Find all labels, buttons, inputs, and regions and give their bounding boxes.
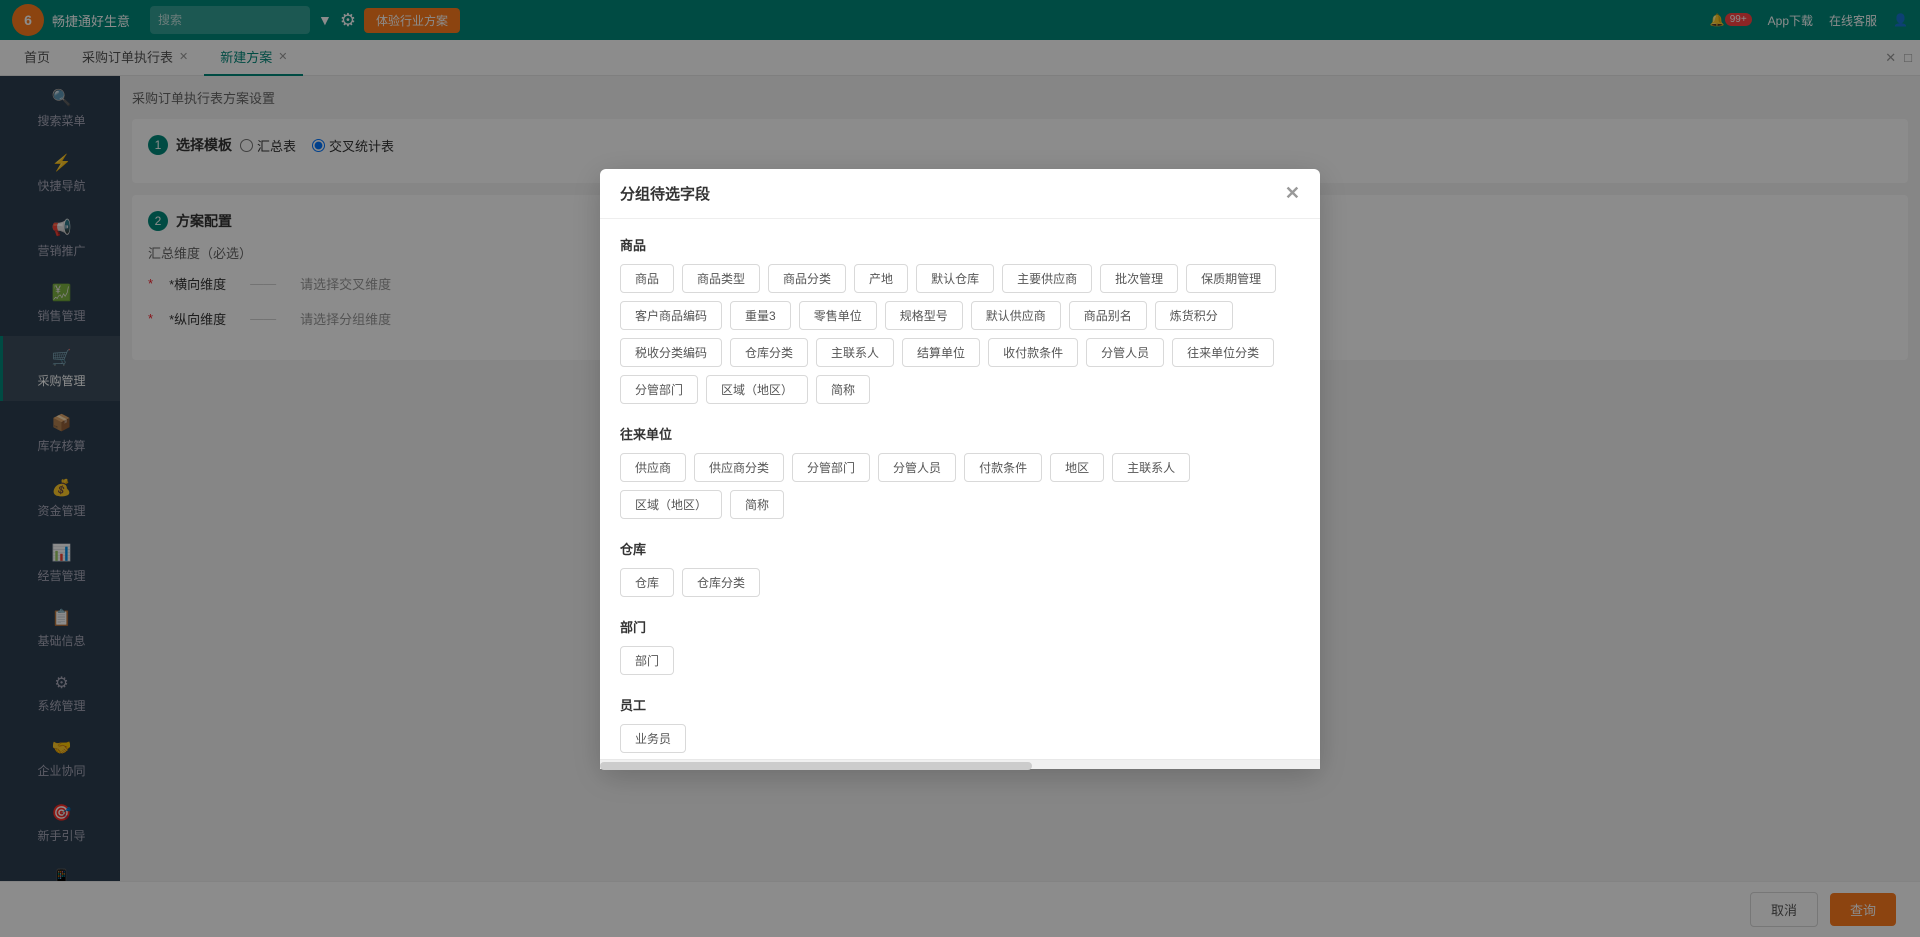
section-partner-title: 往来单位 <box>620 424 1300 443</box>
field-chip-batch-mgmt[interactable]: 批次管理 <box>1100 264 1178 293</box>
field-chip-goods[interactable]: 商品 <box>620 264 674 293</box>
field-chip-abbr[interactable]: 简称 <box>816 375 870 404</box>
field-chip-supplier[interactable]: 供应商 <box>620 453 686 482</box>
modal-close-icon[interactable]: ✕ <box>1285 184 1300 202</box>
modal-horizontal-scrollbar[interactable] <box>600 759 1320 768</box>
field-chip-origin[interactable]: 产地 <box>854 264 908 293</box>
field-chip-goods-category[interactable]: 商品分类 <box>768 264 846 293</box>
field-chip-dept-mgmt[interactable]: 分管部门 <box>620 375 698 404</box>
section-employee: 员工 业务员 <box>620 695 1300 753</box>
section-goods-fields: 商品 商品类型 商品分类 产地 默认仓库 主要供应商 批次管理 保质期管理 客户… <box>620 264 1300 404</box>
field-chip-partner-payment[interactable]: 付款条件 <box>964 453 1042 482</box>
field-chip-region[interactable]: 区域（地区） <box>706 375 808 404</box>
field-select-modal: 分组待选字段 ✕ 商品 商品 商品类型 商品分类 产地 默认仓库 主要供应商 批… <box>600 169 1320 769</box>
field-chip-settlement-unit[interactable]: 结算单位 <box>902 338 980 367</box>
field-chip-main-supplier[interactable]: 主要供应商 <box>1002 264 1092 293</box>
field-chip-warehouse-category[interactable]: 仓库分类 <box>730 338 808 367</box>
field-chip-warehouse-cat[interactable]: 仓库分类 <box>682 568 760 597</box>
section-employee-fields: 业务员 <box>620 724 1300 753</box>
section-goods-title: 商品 <box>620 235 1300 254</box>
section-warehouse-fields: 仓库 仓库分类 <box>620 568 1300 597</box>
field-chip-payment-terms[interactable]: 收付款条件 <box>988 338 1078 367</box>
field-chip-goods-alias[interactable]: 商品别名 <box>1069 301 1147 330</box>
section-partner-fields: 供应商 供应商分类 分管部门 分管人员 付款条件 地区 主联系人 区域（地区） … <box>620 453 1300 519</box>
modal-hscroll-thumb <box>600 762 1032 770</box>
field-chip-partner-region[interactable]: 区域（地区） <box>620 490 722 519</box>
field-chip-spec-model[interactable]: 规格型号 <box>885 301 963 330</box>
modal-overlay: 分组待选字段 ✕ 商品 商品 商品类型 商品分类 产地 默认仓库 主要供应商 批… <box>0 0 1920 937</box>
field-chip-partner-abbr[interactable]: 简称 <box>730 490 784 519</box>
field-chip-main-contact[interactable]: 主联系人 <box>816 338 894 367</box>
field-chip-weight3[interactable]: 重量3 <box>730 301 791 330</box>
field-chip-customer-code[interactable]: 客户商品编码 <box>620 301 722 330</box>
modal-title: 分组待选字段 <box>620 183 710 204</box>
field-chip-retail-unit[interactable]: 零售单位 <box>799 301 877 330</box>
field-chip-partner-contact[interactable]: 主联系人 <box>1112 453 1190 482</box>
section-department: 部门 部门 <box>620 617 1300 675</box>
modal-header: 分组待选字段 ✕ <box>600 169 1320 219</box>
field-chip-refine-points[interactable]: 炼货积分 <box>1155 301 1233 330</box>
field-chip-goods-type[interactable]: 商品类型 <box>682 264 760 293</box>
field-chip-partner-supervisor[interactable]: 分管人员 <box>878 453 956 482</box>
field-chip-area[interactable]: 地区 <box>1050 453 1104 482</box>
field-chip-default-supplier[interactable]: 默认供应商 <box>971 301 1061 330</box>
section-department-title: 部门 <box>620 617 1300 636</box>
field-chip-department[interactable]: 部门 <box>620 646 674 675</box>
section-goods: 商品 商品 商品类型 商品分类 产地 默认仓库 主要供应商 批次管理 保质期管理… <box>620 235 1300 404</box>
field-chip-warehouse[interactable]: 仓库 <box>620 568 674 597</box>
modal-body: 商品 商品 商品类型 商品分类 产地 默认仓库 主要供应商 批次管理 保质期管理… <box>600 219 1320 760</box>
field-chip-supervisor[interactable]: 分管人员 <box>1086 338 1164 367</box>
section-department-fields: 部门 <box>620 646 1300 675</box>
field-chip-salesman[interactable]: 业务员 <box>620 724 686 753</box>
field-chip-tax-code[interactable]: 税收分类编码 <box>620 338 722 367</box>
section-partner: 往来单位 供应商 供应商分类 分管部门 分管人员 付款条件 地区 主联系人 区域… <box>620 424 1300 519</box>
section-warehouse: 仓库 仓库 仓库分类 <box>620 539 1300 597</box>
field-chip-partner-category[interactable]: 往来单位分类 <box>1172 338 1274 367</box>
field-chip-default-warehouse[interactable]: 默认仓库 <box>916 264 994 293</box>
section-employee-title: 员工 <box>620 695 1300 714</box>
section-warehouse-title: 仓库 <box>620 539 1300 558</box>
field-chip-partner-dept[interactable]: 分管部门 <box>792 453 870 482</box>
field-chip-shelf-life[interactable]: 保质期管理 <box>1186 264 1276 293</box>
field-chip-supplier-category[interactable]: 供应商分类 <box>694 453 784 482</box>
